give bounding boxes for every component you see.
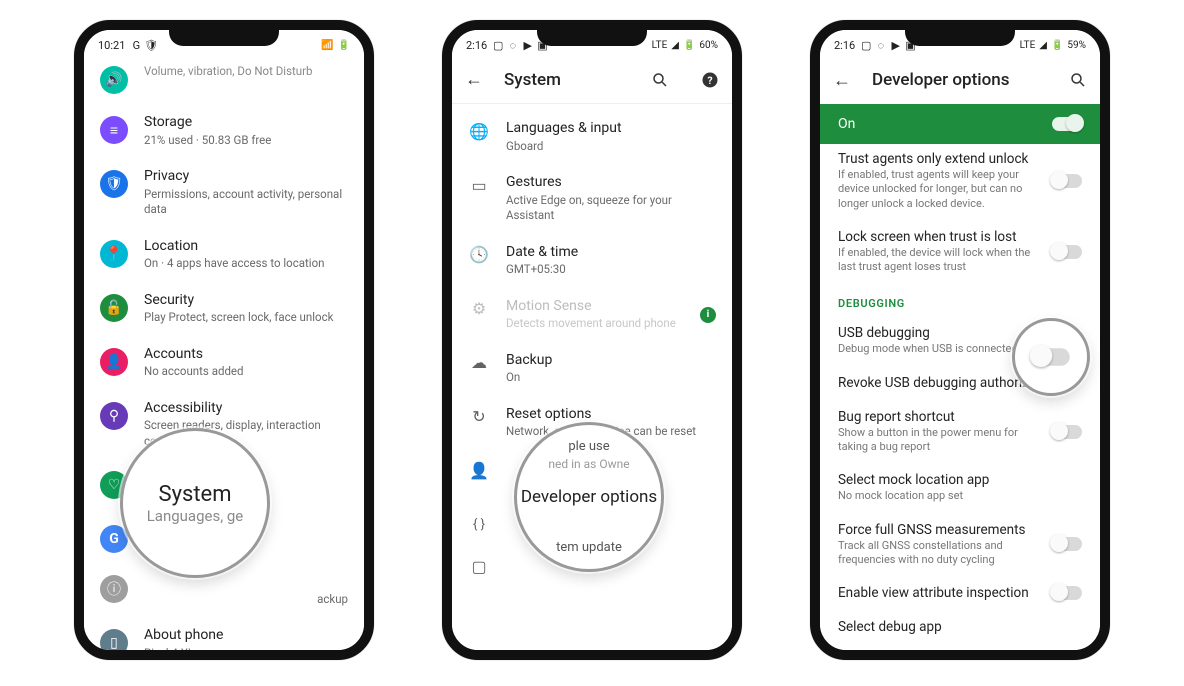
calendar-icon: ▢ (860, 39, 872, 51)
dev-row-gnss[interactable]: Force full GNSS measurementsTrack all GN… (820, 513, 1100, 577)
dev-row-mock-location[interactable]: Select mock location appNo mock location… (820, 463, 1100, 512)
magnifier-developer-options: ple use ned in as Owne Developer options… (514, 422, 664, 572)
dev-row-select-debug-app[interactable]: Select debug app (820, 610, 1100, 644)
location-icon: 📍 (100, 240, 128, 268)
app-icon: ▣ (536, 39, 548, 51)
search-icon[interactable] (650, 70, 670, 90)
wifi-icon: 📶 (321, 40, 333, 51)
master-toggle-bar[interactable]: On (820, 104, 1100, 144)
user-icon: 👤 (468, 460, 490, 482)
status-bar: 2:16 ▢ ◌ ▶ ▣ · LTE ◢ 🔋 60% (452, 34, 732, 56)
accounts-icon: 👤 (100, 348, 128, 376)
calendar-icon: ▢ (492, 39, 504, 51)
status-time: 2:16 (466, 39, 487, 52)
dev-row-view-attr-inspection[interactable]: Enable view attribute inspection (820, 576, 1100, 610)
status-time: 10:21 (98, 39, 125, 52)
magnified-sub: Languages, ge (147, 507, 244, 525)
status-time: 2:16 (834, 39, 855, 52)
settings-row-sound[interactable]: 🔊 Volume, vibration, Do Not Disturb (84, 62, 364, 104)
page-title: System (504, 70, 561, 90)
toggle-switch[interactable] (1052, 245, 1082, 259)
reset-icon: ↻ (468, 406, 490, 428)
toggle-switch[interactable] (1052, 586, 1082, 600)
toggle-switch[interactable] (1052, 537, 1082, 551)
info-badge-icon[interactable]: i (700, 307, 716, 323)
help-icon[interactable]: ? (700, 70, 720, 90)
about-phone-icon: ▯ (100, 629, 128, 650)
magnified-title: Developer options (521, 487, 657, 507)
whatsapp-icon: ◌ (507, 39, 519, 51)
app-icon: ▣ (904, 39, 916, 51)
youtube-icon: ▶ (890, 39, 902, 51)
phone-system: 2:16 ▢ ◌ ▶ ▣ · LTE ◢ 🔋 60% ← System ? (442, 20, 742, 660)
status-bar: 2:16 ▢ ◌ ▶ ▣ · LTE ◢ 🔋 59% (820, 34, 1100, 56)
system-row-date-time[interactable]: 🕓 Date & timeGMT+05:30 (452, 234, 732, 288)
clock-icon: 🕓 (468, 244, 490, 266)
settings-row-accounts[interactable]: 👤 AccountsNo accounts added (84, 336, 364, 390)
master-toggle-switch[interactable] (1052, 117, 1082, 131)
phone-developer-options: 2:16 ▢ ◌ ▶ ▣ · LTE ◢ 🔋 59% ← Developer o… (810, 20, 1110, 660)
braces-icon: { } (468, 514, 490, 536)
privacy-icon: 🛡 (100, 170, 128, 198)
cloud-icon: ☁ (468, 352, 490, 374)
system-icon: ⓘ (100, 575, 128, 603)
motion-sense-icon: ⚙ (468, 298, 490, 320)
battery-pct: 59% (1067, 40, 1086, 51)
app-bar: ← System ? (452, 56, 732, 104)
whatsapp-icon: ◌ (875, 39, 887, 51)
battery-pct: 60% (699, 40, 718, 51)
section-header-debugging: Debugging (820, 283, 1100, 316)
more-icon: · (551, 39, 563, 51)
battery-icon: 🔋 (683, 40, 695, 51)
magnified-title: System (159, 482, 232, 507)
settings-row-about-phone[interactable]: ▯ About phonePixel 4 XL (84, 617, 364, 650)
settings-row-privacy[interactable]: 🛡 PrivacyPermissions, account activity, … (84, 158, 364, 228)
toggle-switch[interactable] (1052, 174, 1082, 188)
battery-icon: 🔋 (1051, 40, 1063, 51)
settings-row-storage[interactable]: ≡ Storage 21% used · 50.83 GB free (84, 104, 364, 158)
magnifier-usb-debugging-switch (1012, 318, 1090, 396)
settings-row-security[interactable]: 🔓 SecurityPlay Protect, screen lock, fac… (84, 282, 364, 336)
row-title: Storage (144, 114, 348, 132)
phone-settings: 10:21 G 🛡 📶 🔋 🔊 Volume, vibration, Do No… (74, 20, 374, 660)
dev-row-bug-report-shortcut[interactable]: Bug report shortcutShow a button in the … (820, 400, 1100, 464)
dev-row-trust-agents[interactable]: Trust agents only extend unlockIf enable… (820, 142, 1100, 220)
system-row-motion-sense[interactable]: ⚙ Motion SenseDetects movement around ph… (452, 288, 732, 342)
sound-icon: 🔊 (100, 66, 128, 94)
gestures-icon: ▭ (468, 174, 490, 196)
security-icon: 🔓 (100, 294, 128, 322)
toggle-switch[interactable] (1052, 425, 1082, 439)
network-label: LTE (1020, 40, 1036, 51)
magnifier-system: System Languages, ge (120, 428, 270, 578)
google-icon: G (130, 39, 142, 51)
shield-icon: 🛡 (145, 39, 157, 51)
accessibility-icon: ⚲ (100, 402, 128, 430)
storage-icon: ≡ (100, 116, 128, 144)
battery-icon: 🔋 (338, 40, 350, 51)
more-icon: · (919, 39, 931, 51)
row-sub: 21% used · 50.83 GB free (144, 133, 348, 149)
signal-icon: ◢ (1039, 40, 1047, 51)
back-icon[interactable]: ← (832, 70, 852, 90)
dev-row-lock-screen-trust[interactable]: Lock screen when trust is lostIf enabled… (820, 220, 1100, 284)
globe-icon: 🌐 (468, 120, 490, 142)
network-label: LTE (652, 40, 668, 51)
update-icon: ▢ (468, 556, 490, 578)
system-row-gestures[interactable]: ▭ GesturesActive Edge on, squeeze for yo… (452, 164, 732, 234)
app-bar: ← Developer options (820, 56, 1100, 104)
signal-icon: ◢ (671, 40, 679, 51)
page-title: Developer options (872, 70, 1009, 90)
master-toggle-label: On (838, 116, 855, 132)
usb-debugging-switch[interactable] (1032, 348, 1070, 366)
settings-row-location[interactable]: 📍 LocationOn · 4 apps have access to loc… (84, 228, 364, 282)
system-row-languages[interactable]: 🌐 Languages & inputGboard (452, 110, 732, 164)
svg-text:?: ? (707, 73, 712, 86)
search-icon[interactable] (1068, 70, 1088, 90)
back-icon[interactable]: ← (464, 70, 484, 90)
status-bar: 10:21 G 🛡 📶 🔋 (84, 34, 364, 56)
system-row-backup[interactable]: ☁ BackupOn (452, 342, 732, 396)
youtube-icon: ▶ (522, 39, 534, 51)
